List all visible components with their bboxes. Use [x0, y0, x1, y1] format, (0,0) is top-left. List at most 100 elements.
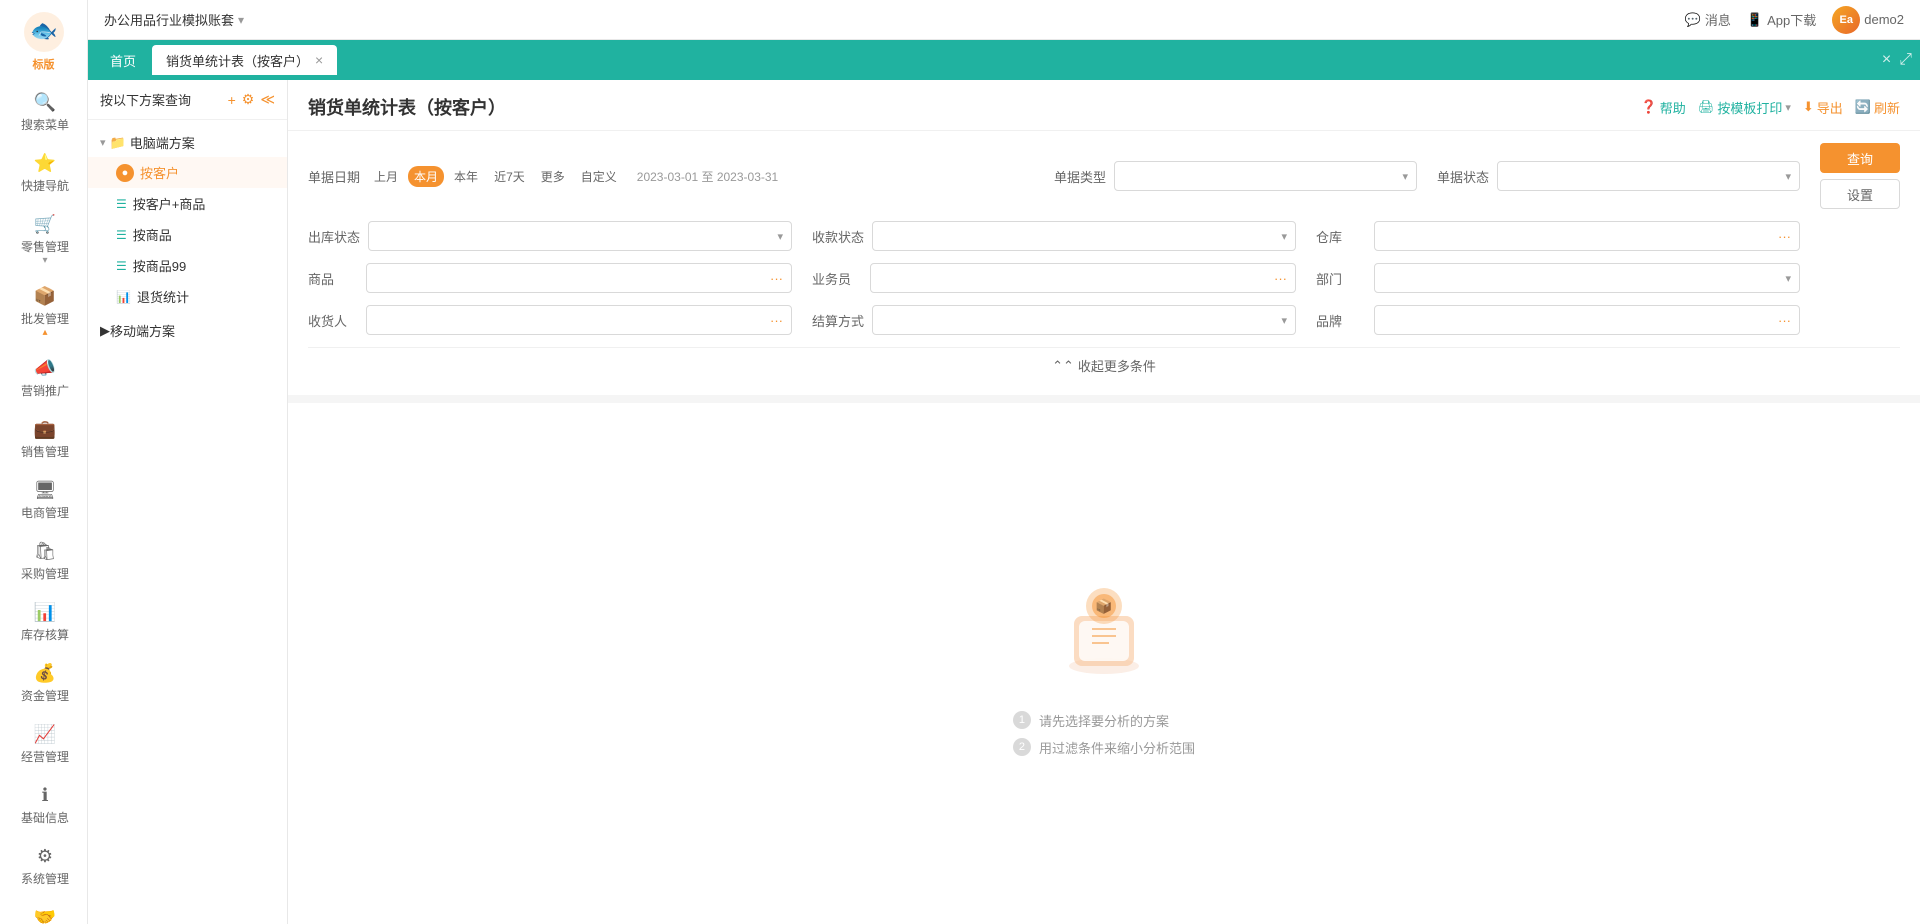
add-scheme-button[interactable]: +: [228, 92, 236, 108]
sidebar-item-label: 营销推广: [21, 382, 69, 399]
sidebar-item-retail[interactable]: 🛒 零售管理 ▾: [0, 204, 87, 276]
refresh-button[interactable]: 🔄 刷新: [1855, 98, 1900, 117]
help-button[interactable]: ❓ 帮助: [1641, 98, 1686, 117]
app-selector[interactable]: 办公用品行业模拟账套 ▾: [104, 10, 244, 29]
sidebar-item-finance[interactable]: 💰 资金管理: [0, 653, 87, 714]
collapse-label: 收起更多条件: [1078, 356, 1156, 375]
filter-area: 单据日期 上月 本月 本年 近7天 更多 自定义 2023-03-01 至 20…: [288, 131, 1920, 395]
sidebar-item-marketing[interactable]: 📣 营销推广: [0, 348, 87, 409]
tip-num-1: 1: [1013, 711, 1031, 729]
basic-icon: ℹ: [42, 785, 49, 806]
sidebar-item-purchase[interactable]: 🛍 采购管理: [0, 531, 87, 592]
close-icon[interactable]: ×: [315, 53, 323, 67]
collect-status-select[interactable]: ▾: [872, 221, 1296, 251]
scheme-item-by-goods[interactable]: ☰ 按商品: [88, 219, 287, 250]
desktop-group-title[interactable]: ▾ 📁 电脑端方案: [88, 128, 287, 157]
goods-select[interactable]: ···: [366, 263, 792, 293]
tab-sales-stats[interactable]: 销货单统计表（按客户） ×: [152, 45, 337, 75]
salesperson-label: 业务员: [812, 269, 862, 288]
app-download-button[interactable]: 📱 App下载: [1747, 10, 1816, 29]
sidebar-item-ecommerce[interactable]: 🖥 电商管理: [0, 470, 87, 531]
app-download-label: App下载: [1767, 10, 1816, 29]
scheme-item-goods99[interactable]: ☰ 按商品99: [88, 250, 287, 281]
scheme-item-label: 按商品: [133, 225, 172, 244]
print-button[interactable]: 🖨 按模板打印 ▾: [1698, 98, 1791, 117]
doc-type-select[interactable]: ▾: [1114, 161, 1417, 191]
export-button[interactable]: ⬇ 导出: [1803, 98, 1843, 117]
settings-button[interactable]: 设置: [1820, 179, 1900, 209]
maximize-button[interactable]: ⤢: [1899, 51, 1912, 69]
salesperson-select[interactable]: ···: [870, 263, 1296, 293]
collapse-button[interactable]: ⌃⌃ 收起更多条件: [1052, 356, 1156, 375]
sidebar-item-system[interactable]: ⚙ 系统管理: [0, 836, 87, 897]
doc-type-label: 单据类型: [1054, 167, 1106, 186]
sidebar-item-label: 资金管理: [21, 687, 69, 704]
desktop-group: ▾ 📁 电脑端方案 ● 按客户 ☰ 按客户+商品 ☰ 按商品: [88, 128, 287, 312]
message-button[interactable]: 💬 消息: [1685, 10, 1731, 29]
sidebar-item-search[interactable]: 🔍 搜索菜单: [0, 82, 87, 143]
date-range-display: 2023-03-01 至 2023-03-31: [637, 168, 778, 185]
scheme-tree: ▾ 📁 电脑端方案 ● 按客户 ☰ 按客户+商品 ☰ 按商品: [88, 120, 287, 353]
chevron-up-icon: ▴: [42, 327, 47, 338]
brand-select[interactable]: ···: [1374, 305, 1800, 335]
desktop-group-label: 电脑端方案: [130, 133, 195, 152]
active-scheme-indicator: ●: [116, 164, 134, 182]
date-tab-7days[interactable]: 近7天: [488, 166, 531, 187]
refresh-icon: 🔄: [1855, 99, 1871, 115]
mobile-group-title[interactable]: ▶ 移动端方案: [88, 316, 287, 345]
right-content: 销货单统计表（按客户） ❓ 帮助 🖨 按模板打印 ▾ ⬇ 导出: [288, 80, 1920, 924]
sidebar-item-label: 电商管理: [21, 504, 69, 521]
scheme-settings-button[interactable]: ⚙: [242, 91, 255, 108]
sidebar-item-label: 销售管理: [21, 443, 69, 460]
out-status-select[interactable]: ▾: [368, 221, 792, 251]
filter-warehouse: 仓库 ···: [1316, 221, 1800, 251]
scheme-item-return-stats[interactable]: 📊 退货统计: [88, 281, 287, 312]
help-icon: ❓: [1641, 99, 1657, 115]
date-tab-custom[interactable]: 自定义: [575, 166, 623, 187]
page-actions: ❓ 帮助 🖨 按模板打印 ▾ ⬇ 导出 🔄 刷新: [1641, 98, 1900, 117]
date-tab-this-year[interactable]: 本年: [448, 166, 484, 187]
date-tab-this-month[interactable]: 本月: [408, 166, 444, 187]
user-name: demo2: [1864, 12, 1904, 27]
sidebar-item-inventory[interactable]: 📊 库存核算: [0, 592, 87, 653]
filter-row-2: 出库状态 ▾ 收款状态 ▾ 仓库: [308, 221, 1900, 251]
out-status-label: 出库状态: [308, 227, 360, 246]
tip-num-2: 2: [1013, 738, 1031, 756]
scheme-item-label: 按客户: [140, 163, 179, 182]
scheme-item-icon: ☰: [116, 259, 127, 273]
tab-home[interactable]: 首页: [96, 45, 150, 75]
sidebar-item-operations[interactable]: 📈 经营管理: [0, 714, 87, 775]
dept-select[interactable]: ▾: [1374, 263, 1800, 293]
settlement-select[interactable]: ▾: [872, 305, 1296, 335]
wholesale-icon: 📦: [34, 286, 56, 307]
warehouse-select[interactable]: ···: [1374, 221, 1800, 251]
date-tab-last-month[interactable]: 上月: [368, 166, 404, 187]
doc-status-select[interactable]: ▾: [1497, 161, 1800, 191]
sidebar-item-label: 批发管理: [21, 310, 69, 327]
date-tab-more[interactable]: 更多: [535, 166, 571, 187]
print-arrow: ▾: [1785, 101, 1791, 114]
scheme-item-by-customer[interactable]: ● 按客户: [88, 157, 287, 188]
tabs-right: × ⤢: [1882, 51, 1912, 69]
receiver-select[interactable]: ···: [366, 305, 792, 335]
query-button[interactable]: 查询: [1820, 143, 1900, 173]
collapse-scheme-button[interactable]: ≪: [260, 91, 275, 108]
filter-collect-status: 收款状态 ▾: [812, 221, 1296, 251]
minimize-button[interactable]: ×: [1882, 51, 1891, 69]
purchase-icon: 🛍: [34, 541, 57, 562]
chevron-down-icon: ▾: [1281, 230, 1287, 243]
empty-tip-1: 1 请先选择要分析的方案: [1013, 711, 1195, 730]
scheme-item-customer-goods[interactable]: ☰ 按客户+商品: [88, 188, 287, 219]
sidebar-item-nav[interactable]: ⭐ 快捷导航: [0, 143, 87, 204]
sidebar-item-wholesale[interactable]: 📦 批发管理 ▴: [0, 276, 87, 348]
scheme-item-label: 按商品99: [133, 256, 186, 275]
sidebar-item-enterprise[interactable]: 🤝 企业协同: [0, 897, 87, 924]
filter-settlement: 结算方式 ▾: [812, 305, 1296, 335]
sidebar-item-sales[interactable]: 💼 销售管理: [0, 409, 87, 470]
sidebar-item-basic[interactable]: ℹ 基础信息: [0, 775, 87, 836]
sidebar-item-label: 搜索菜单: [21, 116, 69, 133]
user-profile[interactable]: Ea demo2: [1832, 6, 1904, 34]
header-right: 💬 消息 📱 App下载 Ea demo2: [1685, 6, 1904, 34]
scheme-item-icon: ☰: [116, 197, 127, 211]
content-area: 按以下方案查询 + ⚙ ≪ ▾ 📁 电脑端方案 ● 按客户: [88, 80, 1920, 924]
